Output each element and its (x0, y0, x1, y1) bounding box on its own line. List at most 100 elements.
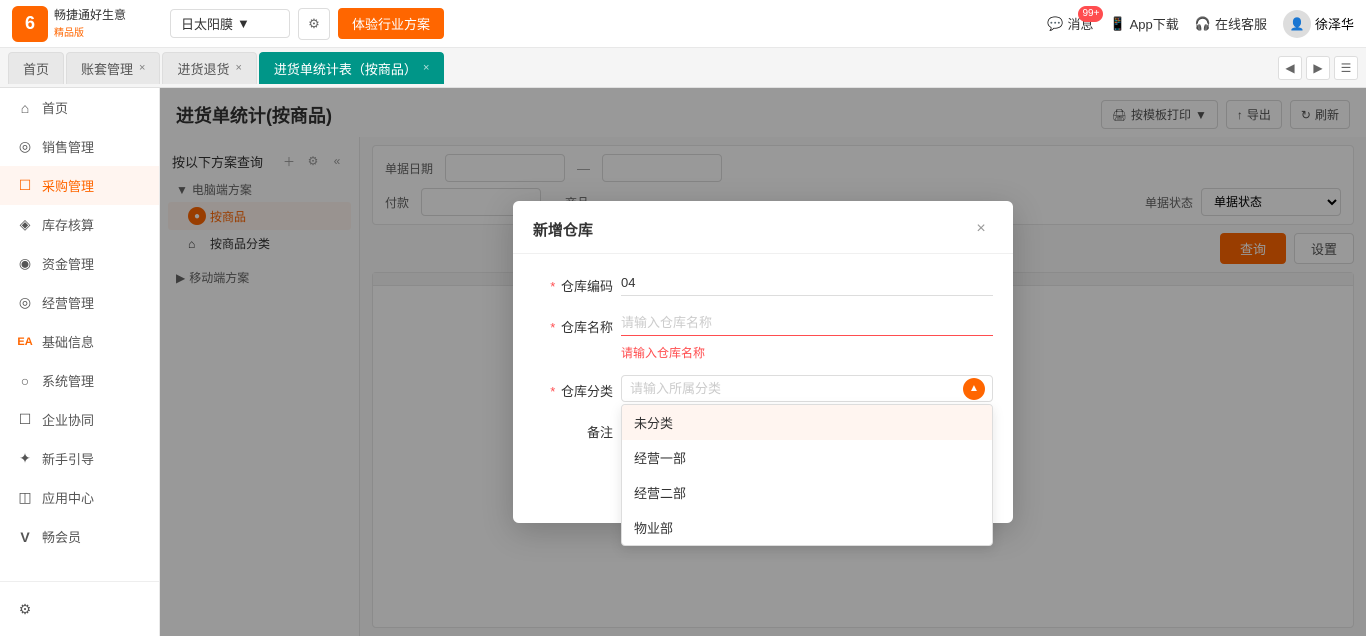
classify-input-wrap: ▲ 未分类 经营一部 经营二部 物业部 (621, 375, 993, 402)
code-input[interactable] (621, 270, 993, 296)
brand-sub: 精品版 (54, 24, 126, 39)
sidebar-settings-btn[interactable]: ⚙ (0, 590, 159, 628)
app-download-btn[interactable]: 📱 App下载 (1109, 14, 1178, 33)
tab-purchase-return-label: 进货退货 (177, 59, 229, 78)
tab-accounts-label: 账套管理 (81, 59, 133, 78)
home-icon: ⌂ (16, 99, 34, 117)
sidebar-item-member-label: 畅会员 (42, 527, 81, 546)
classify-input[interactable] (621, 375, 993, 402)
modal-overlay: 新增仓库 × * 仓库编码 (160, 88, 1366, 636)
modal-dialog: 新增仓库 × * 仓库编码 (513, 201, 1013, 523)
dropdown-item-1[interactable]: 经营一部 (622, 440, 992, 475)
sidebar-item-finance[interactable]: ◉ 资金管理 (0, 244, 159, 283)
sidebar-item-operations[interactable]: ◎ 经营管理 (0, 283, 159, 322)
sidebar-item-purchase[interactable]: ☐ 采购管理 (0, 166, 159, 205)
classify-dropdown: 未分类 经营一部 经营二部 物业部 (621, 404, 993, 546)
modal-header: 新增仓库 × (513, 201, 1013, 254)
store-selector[interactable]: 日太阳膜 ▼ (170, 9, 290, 38)
sidebar-item-app-center[interactable]: ◫ 应用中心 (0, 478, 159, 517)
sidebar-item-member[interactable]: V 畅会员 (0, 517, 159, 556)
sidebar-item-guide[interactable]: ✦ 新手引导 (0, 439, 159, 478)
classify-arrow-btn[interactable]: ▲ (963, 378, 985, 400)
tab-menu-btn[interactable]: ☰ (1334, 56, 1358, 80)
tab-purchase-stats-close-icon[interactable]: × (423, 62, 429, 74)
notes-label: 备注 (533, 416, 613, 441)
tab-accounts-close-icon[interactable]: × (139, 62, 145, 74)
top-bar: 6 畅捷通好生意 精品版 日太阳膜 ▼ ⚙ 体验行业方案 💬 消息 99+ 📱 … (0, 0, 1366, 48)
sidebar-gear-icon: ⚙ (16, 600, 34, 618)
content-area: 进货单统计(按商品) 🖨 按模板打印 ▼ ↑ 导出 ↻ 刷新 (160, 88, 1366, 636)
sidebar-item-inventory-label: 库存核算 (42, 215, 94, 234)
sidebar-item-sales-label: 销售管理 (42, 137, 94, 156)
tab-purchase-stats[interactable]: 进货单统计表（按商品） × (259, 52, 444, 84)
dropdown-item-0[interactable]: 未分类 (622, 405, 992, 440)
sidebar-item-system-label: 系统管理 (42, 371, 94, 390)
required-star-code: * (550, 279, 555, 294)
app-logo: 6 (12, 6, 48, 42)
operations-icon: ◎ (16, 294, 34, 312)
logo-area: 6 畅捷通好生意 精品版 (12, 6, 162, 42)
sidebar-item-operations-label: 经营管理 (42, 293, 94, 312)
message-badge: 99+ (1078, 6, 1103, 22)
sidebar-item-enterprise-label: 企业协同 (42, 410, 94, 429)
name-error-row: 请输入仓库名称 (533, 344, 993, 361)
sidebar-item-inventory[interactable]: ◈ 库存核算 (0, 205, 159, 244)
required-star-classify: * (550, 384, 555, 399)
headset-icon: 🎧 (1195, 16, 1211, 32)
tab-prev-btn[interactable]: ◀ (1278, 56, 1302, 80)
sidebar: ⌂ 首页 ◎ 销售管理 ☐ 采购管理 ◈ 库存核算 ◉ 资金管理 ◎ 经营管理 … (0, 88, 160, 636)
guide-icon: ✦ (16, 450, 34, 468)
tab-purchase-return-close-icon[interactable]: × (235, 62, 241, 74)
sidebar-bottom: ⚙ (0, 581, 159, 636)
sidebar-item-purchase-label: 采购管理 (42, 176, 94, 195)
purchase-icon: ☐ (16, 177, 34, 195)
tab-home[interactable]: 首页 (8, 52, 64, 84)
sidebar-item-app-center-label: 应用中心 (42, 488, 94, 507)
tab-next-btn[interactable]: ▶ (1306, 56, 1330, 80)
sidebar-item-enterprise[interactable]: ☐ 企业协同 (0, 400, 159, 439)
online-service-btn[interactable]: 🎧 在线客服 (1195, 14, 1267, 33)
user-avatar-area[interactable]: 👤 徐泽华 (1283, 10, 1354, 38)
message-icon: 💬 (1047, 16, 1063, 32)
brand-text: 畅捷通好生意 精品版 (54, 8, 126, 39)
gear-icon: ⚙ (308, 16, 320, 32)
name-input[interactable] (621, 310, 993, 336)
name-label: * 仓库名称 (533, 311, 613, 336)
store-name: 日太阳膜 (181, 14, 233, 33)
form-row-classify: * 仓库分类 ▲ 未分类 经营一部 经营二部 物业部 (533, 375, 993, 402)
sidebar-item-system[interactable]: ○ 系统管理 (0, 361, 159, 400)
sidebar-item-home[interactable]: ⌂ 首页 (0, 88, 159, 127)
dropdown-item-2[interactable]: 经营二部 (622, 475, 992, 510)
basic-info-icon: EA (16, 333, 34, 351)
tab-accounts[interactable]: 账套管理 × (66, 52, 160, 84)
name-input-row: * 仓库名称 (533, 310, 993, 336)
sidebar-item-sales[interactable]: ◎ 销售管理 (0, 127, 159, 166)
modal-close-button[interactable]: × (969, 217, 993, 241)
enterprise-icon: ☐ (16, 411, 34, 429)
sidebar-item-finance-label: 资金管理 (42, 254, 94, 273)
message-btn[interactable]: 💬 消息 99+ (1047, 14, 1093, 33)
finance-icon: ◉ (16, 255, 34, 273)
mobile-icon: 📱 (1109, 16, 1125, 32)
chevron-down-icon: ▼ (237, 16, 250, 31)
tab-purchase-stats-label: 进货单统计表（按商品） (274, 59, 417, 78)
brand-name: 畅捷通好生意 (54, 8, 126, 24)
modal-title: 新增仓库 (533, 219, 593, 240)
system-icon: ○ (16, 372, 34, 390)
sidebar-item-basic-info[interactable]: EA 基础信息 (0, 322, 159, 361)
tab-purchase-return[interactable]: 进货退货 × (162, 52, 256, 84)
dropdown-item-3[interactable]: 物业部 (622, 510, 992, 545)
form-row-code: * 仓库编码 (533, 270, 993, 296)
sidebar-item-home-label: 首页 (42, 98, 68, 117)
trial-button[interactable]: 体验行业方案 (338, 8, 444, 39)
tab-controls: ◀ ▶ ☰ (1278, 56, 1358, 80)
sales-icon: ◎ (16, 138, 34, 156)
form-row-name: * 仓库名称 请输入仓库名称 (533, 310, 993, 361)
main-layout: ⌂ 首页 ◎ 销售管理 ☐ 采购管理 ◈ 库存核算 ◉ 资金管理 ◎ 经营管理 … (0, 88, 1366, 636)
settings-button[interactable]: ⚙ (298, 8, 330, 40)
username: 徐泽华 (1315, 14, 1354, 33)
modal-body: * 仓库编码 * 仓库名称 (513, 254, 1013, 466)
inventory-icon: ◈ (16, 216, 34, 234)
avatar: 👤 (1283, 10, 1311, 38)
required-star-name: * (550, 320, 555, 335)
